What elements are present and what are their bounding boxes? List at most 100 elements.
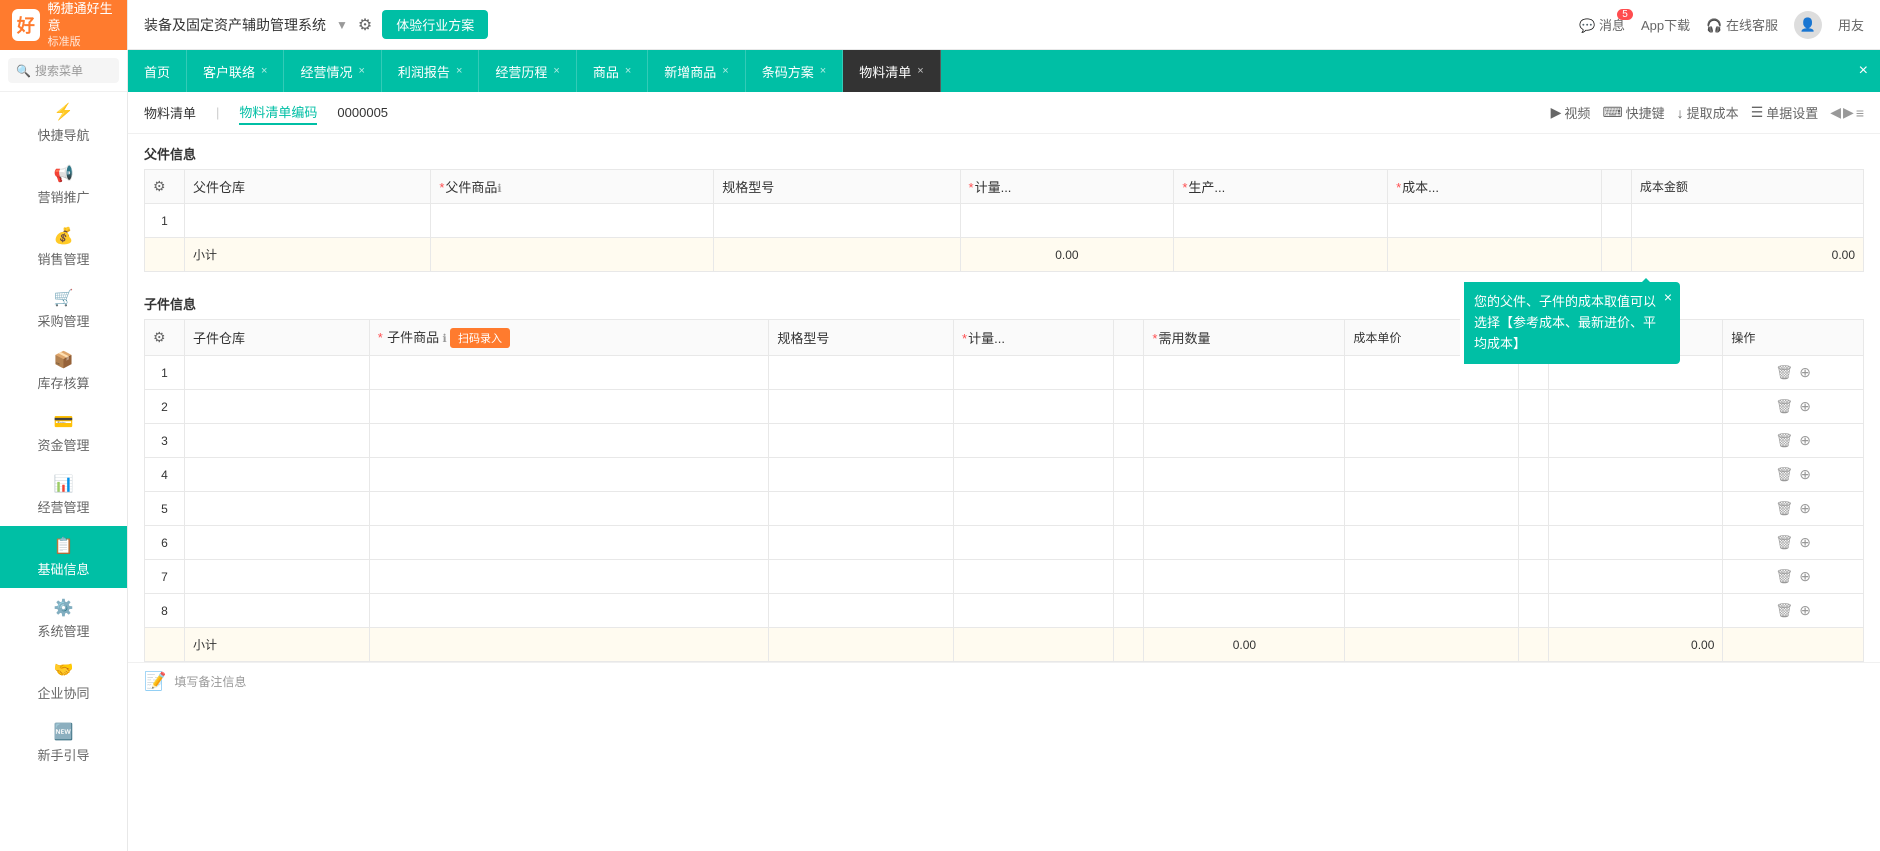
child-row-4-unit[interactable] xyxy=(954,458,1114,492)
nav-tab-goods[interactable]: 商品× xyxy=(577,50,648,92)
menu-lines-icon[interactable]: ≡ xyxy=(1856,105,1864,121)
child-row-3-goods[interactable] xyxy=(369,424,769,458)
nav-tab-close-new-goods[interactable]: × xyxy=(722,65,728,77)
sidebar-item-purchase[interactable]: 🛒采购管理 xyxy=(0,278,127,340)
child-row-8-quantity[interactable] xyxy=(1144,594,1345,628)
sub-tab-bom-list[interactable]: 物料清单 xyxy=(144,101,196,124)
sidebar-item-sales[interactable]: 💰销售管理 xyxy=(0,216,127,278)
parent-row-1-spec[interactable] xyxy=(714,204,960,238)
sidebar-item-guide[interactable]: 🆕新手引导 xyxy=(0,712,127,774)
child-row-5-spec[interactable] xyxy=(769,492,954,526)
child-row-5-cost-price[interactable] xyxy=(1345,492,1519,526)
sidebar-item-operations[interactable]: 📊经营管理 xyxy=(0,464,127,526)
sidebar-item-finance[interactable]: 💳资金管理 xyxy=(0,402,127,464)
child-row-7-unit[interactable] xyxy=(954,560,1114,594)
child-row-6-cost-amount[interactable] xyxy=(1549,526,1723,560)
nav-tab-close-barcode[interactable]: × xyxy=(820,65,826,77)
settings-icon[interactable]: ⚙ xyxy=(358,15,372,35)
child-row-1-delete-icon[interactable]: 🗑 xyxy=(1775,364,1793,381)
parent-row-1-goods[interactable] xyxy=(431,204,714,238)
nav-tab-bom[interactable]: 物料清单× xyxy=(843,50,940,92)
child-row-4-copy-icon[interactable]: ⊕ xyxy=(1799,466,1811,483)
child-row-6-unit[interactable] xyxy=(954,526,1114,560)
system-title-dropdown-icon[interactable]: ▼ xyxy=(336,18,348,32)
child-row-6-cost-price[interactable] xyxy=(1345,526,1519,560)
child-row-2-goods[interactable] xyxy=(369,390,769,424)
child-row-2-cost-price[interactable] xyxy=(1345,390,1519,424)
child-row-6-delete-icon[interactable]: 🗑 xyxy=(1775,534,1793,551)
child-row-8-warehouse[interactable] xyxy=(185,594,370,628)
child-row-5-cost-amount[interactable] xyxy=(1549,492,1723,526)
sidebar-item-basics[interactable]: 📋基础信息 xyxy=(0,526,127,588)
app-download-link[interactable]: App下载 xyxy=(1641,15,1690,34)
nav-tab-customers[interactable]: 客户联络× xyxy=(187,50,284,92)
sidebar-item-quick-nav[interactable]: ⚡快捷导航 xyxy=(0,92,127,154)
nav-tab-close-bom[interactable]: × xyxy=(917,65,923,77)
child-row-8-spec[interactable] xyxy=(769,594,954,628)
child-row-3-warehouse[interactable] xyxy=(185,424,370,458)
child-row-4-cost-price[interactable] xyxy=(1345,458,1519,492)
child-row-4-quantity[interactable] xyxy=(1144,458,1345,492)
child-row-2-spec[interactable] xyxy=(769,390,954,424)
parent-row-1-cost[interactable] xyxy=(1388,204,1602,238)
child-row-7-goods[interactable] xyxy=(369,560,769,594)
parent-row-1-warehouse[interactable] xyxy=(185,204,431,238)
nav-tab-close-operations[interactable]: × xyxy=(358,65,364,77)
nav-tab-close-customers[interactable]: × xyxy=(261,65,267,77)
child-row-3-delete-icon[interactable]: 🗑 xyxy=(1775,432,1793,449)
nav-tab-profit[interactable]: 利润报告× xyxy=(382,50,479,92)
child-row-2-unit[interactable] xyxy=(954,390,1114,424)
child-row-6-warehouse[interactable] xyxy=(185,526,370,560)
child-row-2-warehouse[interactable] xyxy=(185,390,370,424)
child-row-3-copy-icon[interactable]: ⊕ xyxy=(1799,432,1811,449)
child-row-6-quantity[interactable] xyxy=(1144,526,1345,560)
child-row-2-copy-icon[interactable]: ⊕ xyxy=(1799,398,1811,415)
child-row-1-copy-icon[interactable]: ⊕ xyxy=(1799,364,1811,381)
child-row-2-quantity[interactable] xyxy=(1144,390,1345,424)
child-row-5-goods[interactable] xyxy=(369,492,769,526)
child-row-6-goods[interactable] xyxy=(369,526,769,560)
child-row-3-spec[interactable] xyxy=(769,424,954,458)
child-row-7-spec[interactable] xyxy=(769,560,954,594)
child-row-6-copy-icon[interactable]: ⊕ xyxy=(1799,534,1811,551)
close-all-tabs-button[interactable]: × xyxy=(1847,62,1880,80)
parent-row-1-produce[interactable] xyxy=(1174,204,1388,238)
child-row-3-cost-amount[interactable] xyxy=(1549,424,1723,458)
child-row-6-spec[interactable] xyxy=(769,526,954,560)
next-arrow[interactable]: ▶ xyxy=(1843,104,1854,121)
nav-tab-history[interactable]: 经营历程× xyxy=(479,50,576,92)
child-row-4-goods[interactable] xyxy=(369,458,769,492)
child-row-8-cost-amount[interactable] xyxy=(1549,594,1723,628)
child-row-5-copy-icon[interactable]: ⊕ xyxy=(1799,500,1811,517)
child-row-1-warehouse[interactable] xyxy=(185,356,370,390)
child-row-4-spec[interactable] xyxy=(769,458,954,492)
parent-row-1-cost-amount[interactable] xyxy=(1631,204,1863,238)
nav-tab-close-history[interactable]: × xyxy=(553,65,559,77)
sidebar-item-system[interactable]: ⚙️系统管理 xyxy=(0,588,127,650)
child-row-1-quantity[interactable] xyxy=(1144,356,1345,390)
child-settings-icon[interactable]: ⚙ xyxy=(153,329,166,345)
nav-tab-barcode[interactable]: 条码方案× xyxy=(746,50,843,92)
search-menu-button[interactable]: 🔍 搜索菜单 xyxy=(8,58,119,83)
online-service-link[interactable]: 🎧 在线客服 xyxy=(1706,15,1778,34)
nav-tab-home[interactable]: 首页 xyxy=(128,50,187,92)
view-video-button[interactable]: ▶ 视频 xyxy=(1551,103,1591,122)
child-row-8-goods[interactable] xyxy=(369,594,769,628)
sub-tab-bom-code-label[interactable]: 物料清单编码 xyxy=(239,100,317,125)
extract-cost-button[interactable]: ↓ 提取成本 xyxy=(1677,103,1739,122)
user-avatar[interactable]: 👤 xyxy=(1794,11,1822,39)
child-row-2-delete-icon[interactable]: 🗑 xyxy=(1775,398,1793,415)
child-row-7-cost-price[interactable] xyxy=(1345,560,1519,594)
nav-tab-new-goods[interactable]: 新增商品× xyxy=(648,50,745,92)
nav-tab-close-goods[interactable]: × xyxy=(625,65,631,77)
child-row-4-cost-amount[interactable] xyxy=(1549,458,1723,492)
child-row-1-goods[interactable] xyxy=(369,356,769,390)
child-row-3-quantity[interactable] xyxy=(1144,424,1345,458)
child-row-8-cost-price[interactable] xyxy=(1345,594,1519,628)
child-row-7-delete-icon[interactable]: 🗑 xyxy=(1775,568,1793,585)
shortcut-button[interactable]: ⌨ 快捷键 xyxy=(1602,103,1664,122)
sidebar-item-inventory[interactable]: 📦库存核算 xyxy=(0,340,127,402)
child-row-7-cost-amount[interactable] xyxy=(1549,560,1723,594)
child-row-4-warehouse[interactable] xyxy=(185,458,370,492)
child-row-8-delete-icon[interactable]: 🗑 xyxy=(1775,602,1793,619)
